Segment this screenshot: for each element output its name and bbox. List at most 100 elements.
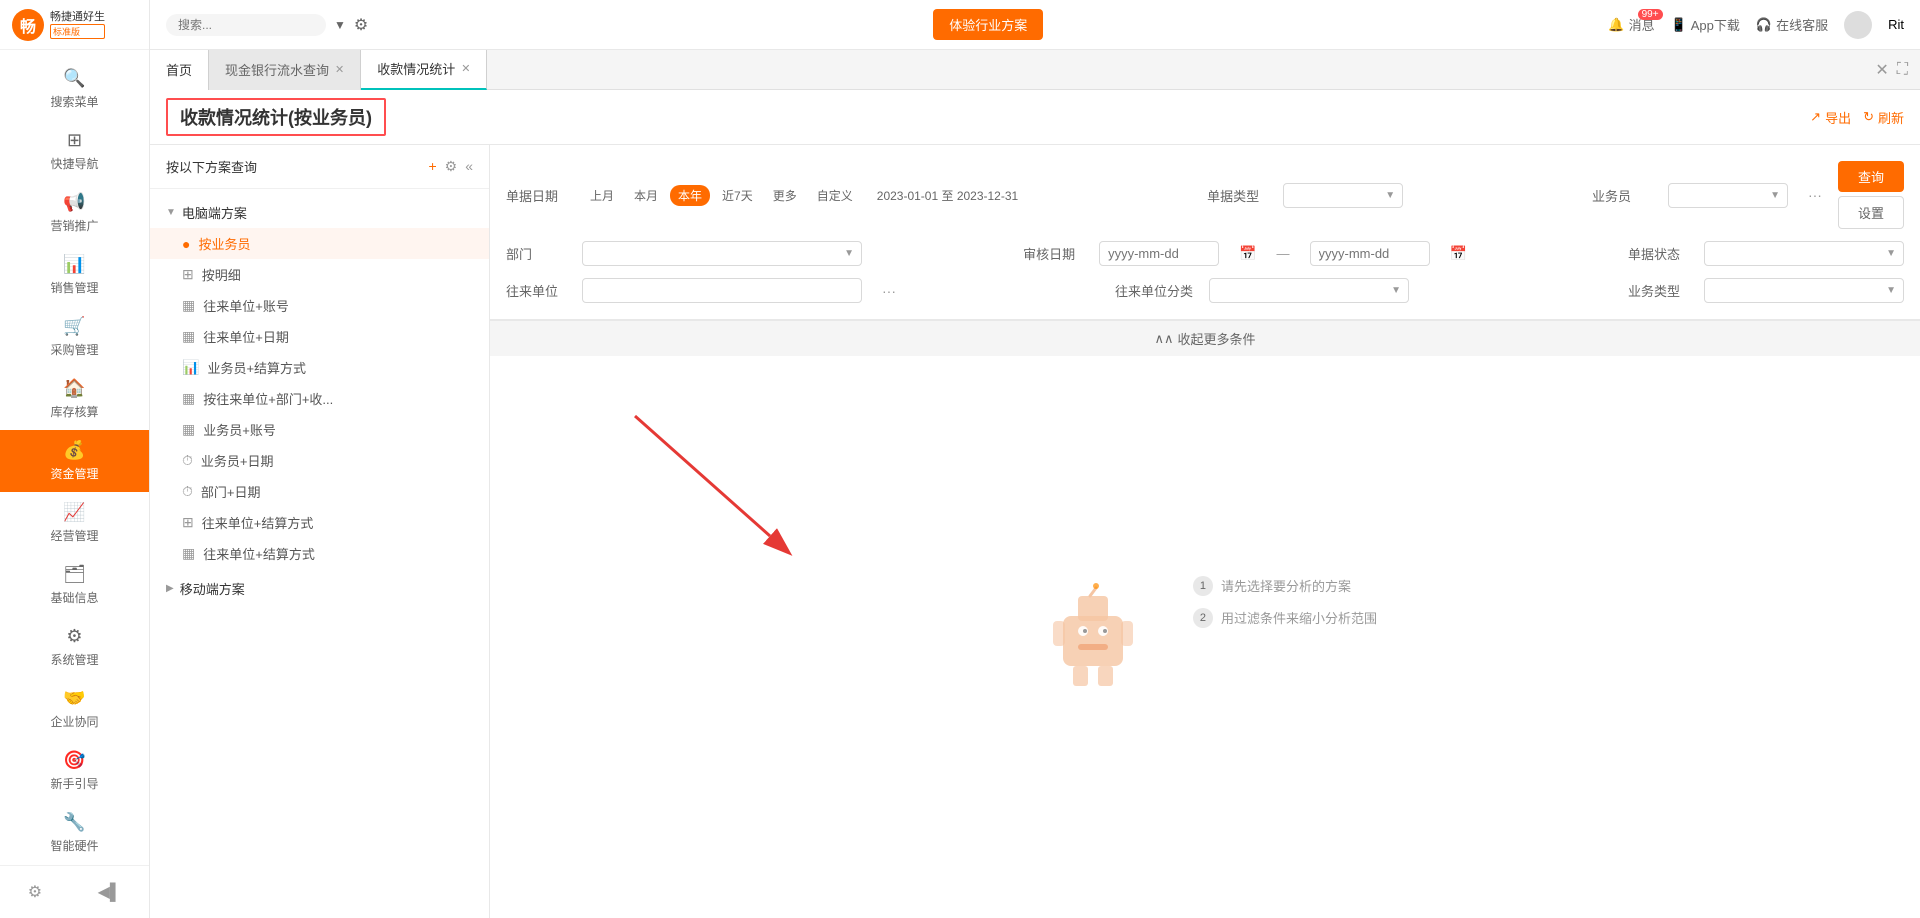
date-range-display: 2023-01-01 至 2023-12-31: [877, 187, 1018, 204]
notification-badge: 99+: [1638, 9, 1663, 20]
customer-select-wrapper: [582, 278, 862, 303]
sidebar-item-basic-info[interactable]: 🗂 基础信息: [0, 554, 149, 616]
business-type-label: 业务类型: [1628, 281, 1688, 300]
scheme-item-salesman-account[interactable]: ▦ 业务员+账号: [150, 414, 489, 445]
sidebar-item-marketing[interactable]: 📢 营销推广: [0, 182, 149, 244]
tip-num-1: 1: [1193, 576, 1213, 596]
dept-date-icon: ⏱: [182, 483, 193, 500]
scheme-item-by-salesman[interactable]: ● 按业务员: [150, 228, 489, 259]
scheme-item-by-detail[interactable]: ⊞ 按明细: [150, 259, 489, 290]
tree-group-desktop-header[interactable]: ▼ 电脑端方案: [150, 197, 489, 228]
sidebar-item-quicknav[interactable]: ⊞ 快捷导航: [0, 120, 149, 182]
doc-type-select[interactable]: [1283, 183, 1403, 208]
header-gear-icon[interactable]: ⚙: [354, 15, 368, 35]
refresh-label: 刷新: [1878, 108, 1904, 127]
customer-account-icon: ▦: [182, 297, 195, 314]
scheme-gear-icon[interactable]: ⚙: [445, 158, 458, 175]
scheme-add-icon[interactable]: +: [428, 158, 436, 175]
trial-button[interactable]: 体验行业方案: [933, 9, 1043, 40]
mobile-group-label: 移动端方案: [180, 579, 245, 598]
tree-group-mobile-header[interactable]: ▶ 移动端方案: [150, 573, 489, 604]
business-type-select[interactable]: [1704, 278, 1904, 303]
date-btn-last-month[interactable]: 上月: [582, 185, 622, 206]
sidebar-item-enterprise-label: 企业协同: [50, 713, 98, 730]
marketing-icon: 📢: [63, 192, 85, 213]
salesman-select[interactable]: [1668, 183, 1788, 208]
scheme-item-customer-date[interactable]: ▦ 往来单位+日期: [150, 321, 489, 352]
tab-home[interactable]: 首页: [150, 50, 209, 90]
collapse-sidebar-icon[interactable]: ◀▌: [94, 878, 126, 906]
collapse-bar[interactable]: ∧∧ 收起更多条件: [490, 320, 1920, 356]
close-window-icon[interactable]: ✕: [1875, 60, 1888, 80]
review-date-to-input[interactable]: [1310, 241, 1430, 266]
calendar-to-icon[interactable]: 📅: [1450, 245, 1467, 262]
scheme-collapse-icon[interactable]: «: [465, 158, 473, 175]
desktop-group-label: 电脑端方案: [182, 203, 247, 222]
header-dropdown-icon[interactable]: ▼: [334, 18, 346, 32]
header-search-input[interactable]: [166, 14, 326, 36]
tree-group-desktop: ▼ 电脑端方案 ● 按业务员 ⊞ 按明细: [150, 197, 489, 569]
doc-status-select[interactable]: [1704, 241, 1904, 266]
app-download-item[interactable]: 📱 App下载: [1671, 15, 1740, 34]
customer-settle2-icon: ▦: [182, 545, 195, 562]
bell-icon: 🔔: [1608, 17, 1624, 33]
scheme-item-customer-dept[interactable]: ▦ 按往来单位+部门+收...: [150, 383, 489, 414]
sales-icon: 📊: [63, 254, 85, 275]
scheme-item-dept-date[interactable]: ⏱ 部门+日期: [150, 476, 489, 507]
tab-bank-flow[interactable]: 现金银行流水查询 ✕: [209, 50, 361, 90]
scheme-item-customer-settle2[interactable]: ▦ 往来单位+结算方式: [150, 538, 489, 569]
sidebar-item-purchase[interactable]: 🛒 采购管理: [0, 306, 149, 368]
user-avatar[interactable]: [1844, 11, 1872, 39]
sidebar-item-operations[interactable]: 📈 经营管理: [0, 492, 149, 554]
sidebar-item-search[interactable]: 🔍 搜索菜单: [0, 58, 149, 120]
date-btn-this-year[interactable]: 本年: [670, 185, 710, 206]
customer-category-select[interactable]: [1209, 278, 1409, 303]
bank-flow-tab-close[interactable]: ✕: [335, 63, 344, 76]
collection-stats-tab-close[interactable]: ✕: [461, 62, 470, 75]
calendar-from-icon[interactable]: 📅: [1239, 245, 1256, 262]
sidebar-item-hardware[interactable]: 🔧 智能硬件: [0, 802, 149, 864]
dept-select[interactable]: [582, 241, 862, 266]
sidebar-item-sales-label: 销售管理: [50, 279, 98, 296]
scheme-item-customer-account[interactable]: ▦ 往来单位+账号: [150, 290, 489, 321]
settings-bottom-icon[interactable]: ⚙: [24, 878, 46, 906]
date-btn-7days[interactable]: 近7天: [714, 185, 761, 206]
robot-illustration: [1033, 576, 1153, 699]
scheme-item-salesman-date[interactable]: ⏱ 业务员+日期: [150, 445, 489, 476]
sidebar-item-inventory-label: 库存核算: [50, 403, 98, 420]
logo-text: 畅捷通好生: [50, 10, 105, 24]
notification-item[interactable]: 🔔 消息 99+: [1608, 15, 1654, 34]
sidebar-item-system[interactable]: ⚙ 系统管理: [0, 616, 149, 678]
customer-more-icon[interactable]: ···: [882, 283, 896, 299]
tab-collection-stats[interactable]: 收款情况统计 ✕: [361, 50, 487, 90]
sidebar-item-finance[interactable]: 💰 资金管理: [0, 430, 149, 492]
scheme-item-customer-settle1[interactable]: ⊞ 往来单位+结算方式: [150, 507, 489, 538]
export-button[interactable]: ↗ 导出: [1810, 108, 1851, 127]
online-service-item[interactable]: 🎧 在线客服: [1756, 15, 1828, 34]
maximize-window-icon[interactable]: ⛶: [1897, 61, 1908, 79]
bank-flow-tab-label: 现金银行流水查询: [225, 60, 329, 79]
sidebar-item-newguide[interactable]: 🎯 新手引导: [0, 740, 149, 802]
date-btn-this-month[interactable]: 本月: [626, 185, 666, 206]
filter-row-date: 单据日期 上月 本月 本年 近7天 更多 自定义 2023-01-01 至 20…: [506, 161, 1904, 229]
setting-button[interactable]: 设置: [1838, 196, 1904, 229]
sidebar-item-inventory[interactable]: 🏠 库存核算: [0, 368, 149, 430]
sidebar-item-enterprise[interactable]: 🤝 企业协同: [0, 678, 149, 740]
salesman-more-icon[interactable]: ···: [1808, 187, 1822, 203]
sidebar-item-sales[interactable]: 📊 销售管理: [0, 244, 149, 306]
date-btn-more[interactable]: 更多: [765, 185, 805, 206]
filter-row-customer: 往来单位 ··· 往来单位分类 ▼: [506, 278, 1904, 303]
scheme-item-salesman-settle-label: 业务员+结算方式: [207, 358, 306, 377]
review-date-from-input[interactable]: [1099, 241, 1219, 266]
salesman-item-icon: ●: [182, 236, 190, 252]
filter-row-dept: 部门 ▼ 审核日期 📅 — 📅: [506, 241, 1904, 266]
refresh-button[interactable]: ↻ 刷新: [1863, 108, 1904, 127]
sidebar-item-marketing-label: 营销推广: [50, 217, 98, 234]
date-btn-custom[interactable]: 自定义: [809, 185, 861, 206]
quicknav-icon: ⊞: [67, 130, 82, 151]
salesman-settle-icon: 📊: [182, 359, 199, 376]
query-button[interactable]: 查询: [1838, 161, 1904, 192]
scheme-item-dept-date-label: 部门+日期: [201, 482, 261, 501]
scheme-item-salesman-settle[interactable]: 📊 业务员+结算方式: [150, 352, 489, 383]
customer-select[interactable]: [582, 278, 862, 303]
